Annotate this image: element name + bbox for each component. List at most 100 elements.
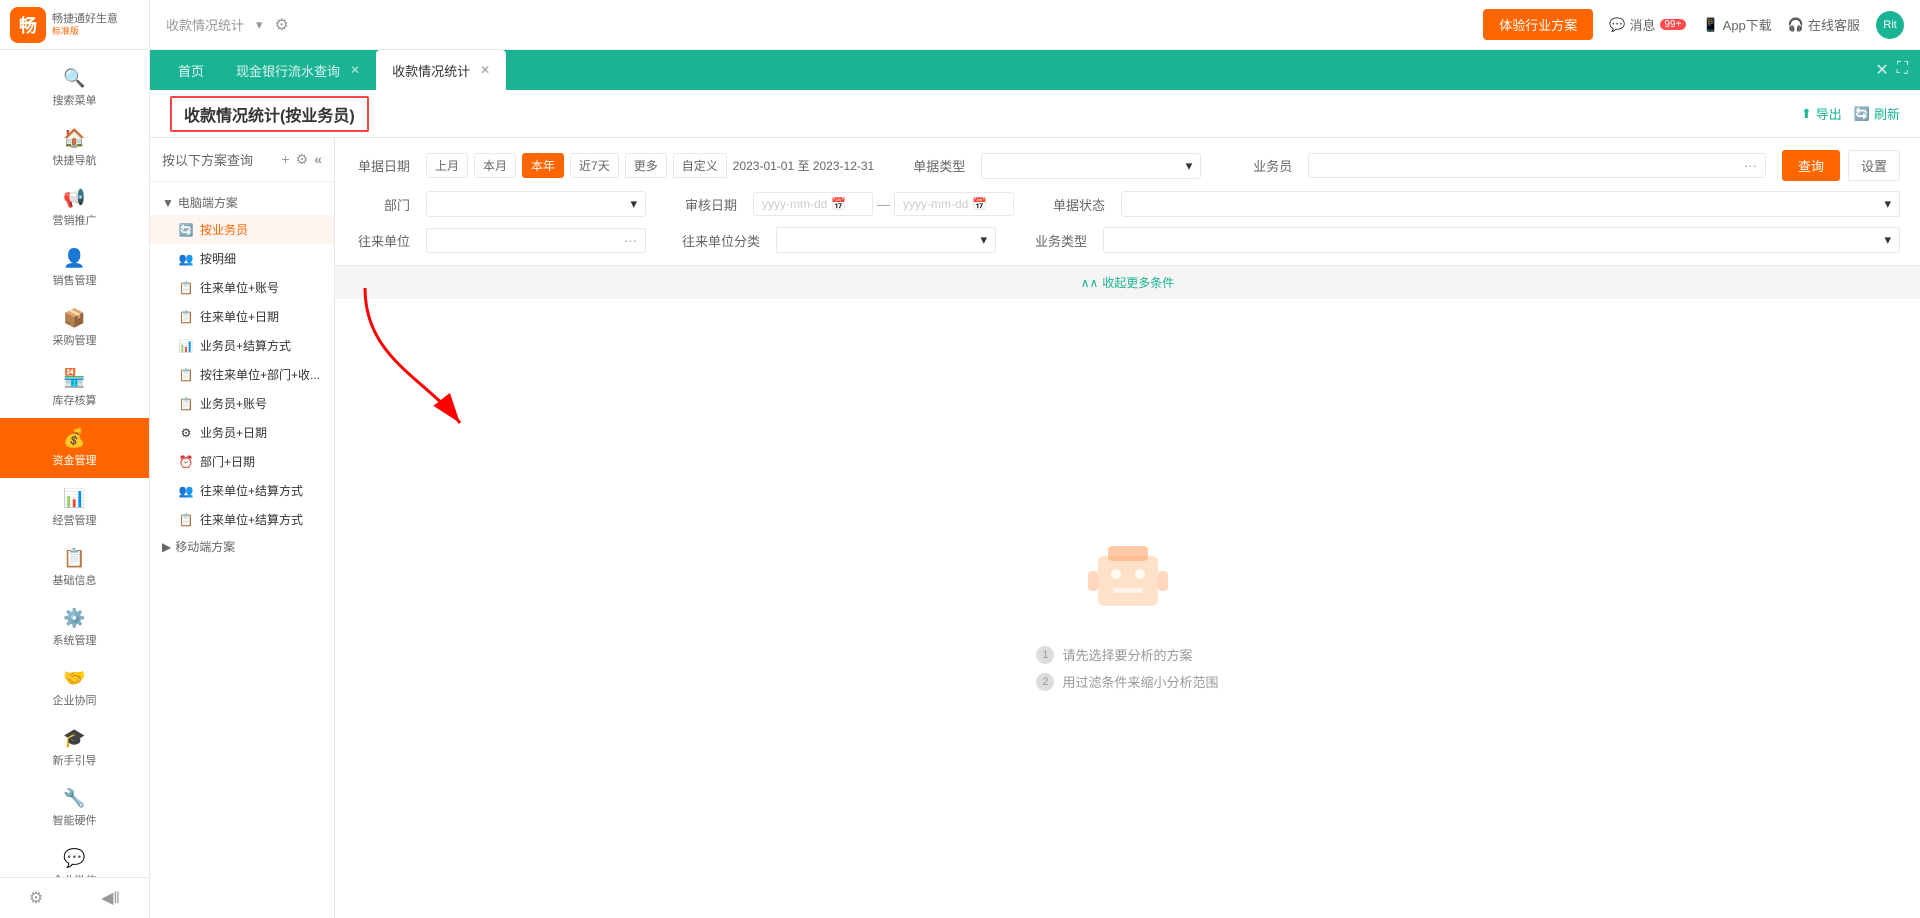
doc-type-select[interactable]: ▾ — [981, 153, 1201, 179]
expand-icon: ▼ — [162, 196, 174, 210]
scheme-item-unit-dept-recv[interactable]: 📋 按往来单位+部门+收... — [150, 360, 334, 389]
message-action[interactable]: 💬 消息 99+ — [1609, 15, 1686, 34]
scheme-item-unit-method2[interactable]: 📋 往来单位+结算方式 — [150, 505, 334, 534]
scheme-item-unit-account[interactable]: 📋 往来单位+账号 — [150, 273, 334, 302]
empty-svg — [1078, 526, 1178, 626]
calendar-icon-from[interactable]: 📅 — [831, 197, 846, 211]
sidebar-item-wechat[interactable]: 💬 企业微信 — [0, 838, 149, 877]
sidebar-item-collab[interactable]: 🤝 企业协同 — [0, 658, 149, 718]
query-button[interactable]: 查询 — [1782, 150, 1840, 181]
empty-illustration — [1078, 526, 1178, 629]
date-btn-last-month[interactable]: 上月 — [426, 153, 468, 178]
user-avatar[interactable]: Rit — [1876, 11, 1904, 39]
finance-icon: 💰 — [63, 428, 85, 449]
sidebar-item-operations[interactable]: 📊 经营管理 — [0, 478, 149, 538]
main-content: 收款情况统计 ▾ ⚙ 体验行业方案 💬 消息 99+ 📱 App下载 🎧 — [150, 0, 1920, 918]
partner-category-select[interactable]: ▾ — [776, 227, 996, 253]
top-right: 体验行业方案 💬 消息 99+ 📱 App下载 🎧 在线客服 Rit — [1483, 9, 1904, 40]
partner-more-icon[interactable]: ··· — [624, 233, 637, 248]
left-panel-title: 按以下方案查询 — [162, 150, 253, 169]
doc-type-dropdown-icon: ▾ — [1186, 158, 1193, 174]
page-actions: ⬆ 导出 🔄 刷新 — [1801, 104, 1900, 123]
salesman-select[interactable]: ··· — [1308, 153, 1766, 178]
scheme-item-salesman[interactable]: 🔄 按业务员 — [150, 215, 334, 244]
sidebar-item-purchase[interactable]: 📦 采购管理 — [0, 298, 149, 358]
sidebar-item-hardware[interactable]: 🔧 智能硬件 — [0, 778, 149, 838]
date-btn-more[interactable]: 更多 — [625, 153, 667, 178]
calendar-icon-to[interactable]: 📅 — [972, 197, 987, 211]
refresh-icon: 🔄 — [1854, 106, 1870, 122]
filter-actions: 查询 设置 — [1782, 150, 1900, 181]
export-button[interactable]: ⬆ 导出 — [1801, 104, 1842, 123]
logo-icon: 畅 — [10, 7, 46, 43]
date-btn-7days[interactable]: 近7天 — [570, 153, 619, 178]
sidebar-item-inventory[interactable]: 🏪 库存核算 — [0, 358, 149, 418]
scheme-item-salesman-account[interactable]: 📋 业务员+账号 — [150, 389, 334, 418]
empty-tip-2: 2 用过滤条件来缩小分析范围 — [1036, 672, 1218, 691]
scheme-item-unit-method1[interactable]: 👥 往来单位+结算方式 — [150, 476, 334, 505]
tab-bank[interactable]: 现金银行流水查询 ✕ — [220, 50, 376, 90]
app-download-action[interactable]: 📱 App下载 — [1702, 15, 1771, 34]
scheme-item-dept-date[interactable]: ⏰ 部门+日期 — [150, 447, 334, 476]
sidebar-item-finance[interactable]: 💰 资金管理 — [0, 418, 149, 478]
collapse-panel-icon[interactable]: « — [314, 151, 322, 168]
sales-icon: 👤 — [63, 248, 85, 269]
sidebar-item-guide[interactable]: 🎓 新手引导 — [0, 718, 149, 778]
tab-bar: 首页 现金银行流水查询 ✕ 收款情况统计 ✕ ✕ ⛶ — [150, 50, 1920, 90]
scheme-item-detail[interactable]: 👥 按明细 — [150, 244, 334, 273]
scheme-group-desktop[interactable]: ▼ 电脑端方案 — [150, 190, 334, 215]
collapse-sidebar-icon[interactable]: ◀‖ — [101, 888, 120, 908]
scheme-item-salesman-method[interactable]: 📊 业务员+结算方式 — [150, 331, 334, 360]
online-service-action[interactable]: 🎧 在线客服 — [1788, 15, 1860, 34]
date-btn-custom[interactable]: 自定义 — [673, 153, 727, 178]
sidebar-item-quicknav[interactable]: 🏠 快捷导航 — [0, 118, 149, 178]
date-btn-this-year[interactable]: 本年 — [522, 153, 564, 178]
add-scheme-icon[interactable]: + — [281, 151, 289, 168]
review-date-from[interactable]: yyyy-mm-dd 📅 — [753, 192, 873, 216]
settings-bottom-icon[interactable]: ⚙ — [29, 888, 43, 908]
dept-select[interactable]: ▾ — [426, 191, 646, 217]
scheme-item-unit-date[interactable]: 📋 往来单位+日期 — [150, 302, 334, 331]
empty-tips: 1 请先选择要分析的方案 2 用过滤条件来缩小分析范围 — [1036, 645, 1218, 691]
sidebar-item-marketing[interactable]: 📢 营销推广 — [0, 178, 149, 238]
review-date-to[interactable]: yyyy-mm-dd 📅 — [894, 192, 1014, 216]
tab-home[interactable]: 首页 — [162, 50, 220, 90]
tab-receipt[interactable]: 收款情况统计 ✕ — [376, 50, 506, 90]
message-icon: 💬 — [1609, 17, 1625, 33]
refresh-button[interactable]: 🔄 刷新 — [1854, 104, 1900, 123]
date-btn-this-month[interactable]: 本月 — [474, 153, 516, 178]
doc-status-select[interactable]: ▾ — [1121, 191, 1900, 217]
biz-type-select[interactable]: ▾ — [1103, 227, 1900, 253]
tip-num-2: 2 — [1036, 673, 1054, 691]
collapse-bar[interactable]: ∧∧ 收起更多条件 — [335, 266, 1920, 299]
settings-icon-top[interactable]: ⚙ — [275, 15, 289, 35]
settings-button[interactable]: 设置 — [1848, 150, 1900, 181]
salesman-more-icon[interactable]: ··· — [1744, 158, 1757, 173]
empty-tip-1: 1 请先选择要分析的方案 — [1036, 645, 1218, 664]
sidebar-item-basic[interactable]: 📋 基础信息 — [0, 538, 149, 598]
scheme-icon-unit-dept-recv: 📋 — [178, 367, 194, 383]
tab-close-all-icon[interactable]: ✕ — [1875, 60, 1888, 80]
sidebar-item-sales[interactable]: 👤 销售管理 — [0, 238, 149, 298]
home-icon: 🏠 — [63, 128, 85, 149]
page-area: 收款情况统计(按业务员) ⬆ 导出 🔄 刷新 — [150, 90, 1920, 918]
scheme-icon-unit-account: 📋 — [178, 280, 194, 296]
scheme-item-salesman-date[interactable]: ⚙ 业务员+日期 — [150, 418, 334, 447]
filter-area: 单据日期 上月 本月 本年 近7天 更多 自定义 2023-01-01 至 20… — [335, 138, 1920, 266]
scheme-settings-icon[interactable]: ⚙ — [296, 151, 309, 168]
tab-bank-close[interactable]: ✕ — [350, 63, 360, 77]
scheme-icon-unit-date: 📋 — [178, 309, 194, 325]
doc-status-label: 单据状态 — [1050, 195, 1105, 214]
trial-button[interactable]: 体验行业方案 — [1483, 9, 1593, 40]
dropdown-icon[interactable]: ▾ — [256, 17, 263, 33]
sidebar-item-search[interactable]: 🔍 搜索菜单 — [0, 58, 149, 118]
tab-expand-icon[interactable]: ⛶ — [1897, 60, 1908, 80]
dept-label: 部门 — [355, 195, 410, 214]
biz-type-label: 业务类型 — [1032, 231, 1087, 250]
scheme-group-mobile[interactable]: ▶ 移动端方案 — [150, 534, 334, 559]
marketing-icon: 📢 — [63, 188, 85, 209]
tab-receipt-close[interactable]: ✕ — [480, 63, 490, 77]
collab-icon: 🤝 — [63, 668, 85, 689]
partner-select[interactable]: ··· — [426, 228, 646, 253]
sidebar-item-system[interactable]: ⚙️ 系统管理 — [0, 598, 149, 658]
